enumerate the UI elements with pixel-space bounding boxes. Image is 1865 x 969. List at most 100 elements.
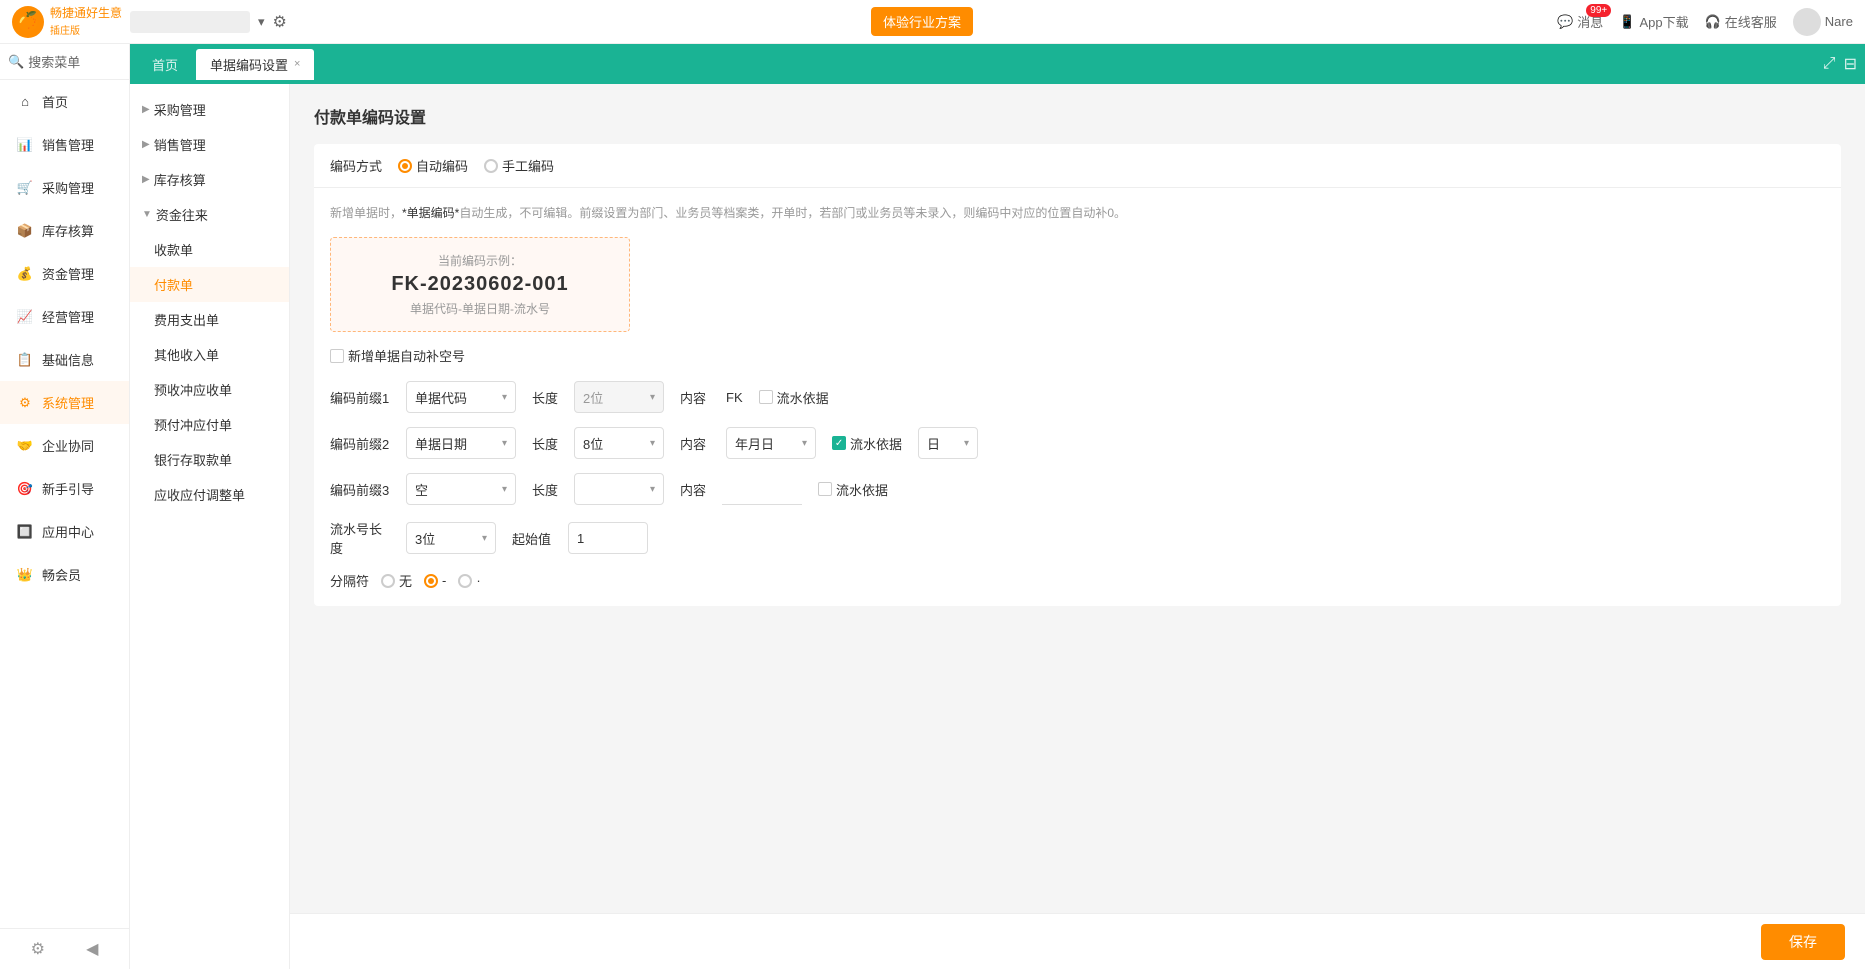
save-button[interactable]: 保存 — [1761, 924, 1845, 960]
prefix3-content-input[interactable] — [722, 473, 802, 505]
tab-expand-icon[interactable]: ⤢ — [1823, 55, 1836, 73]
prefix2-unit-arrow-icon: ▾ — [964, 438, 969, 449]
sidebar-item-apps[interactable]: 🔲 应用中心 — [0, 510, 129, 553]
sidebar-item-label: 首页 — [42, 92, 68, 111]
prefix2-content-select[interactable]: 年月日 ▾ — [726, 427, 816, 459]
radio-auto-circle — [398, 159, 412, 173]
partner-icon: 🤝 — [16, 437, 34, 455]
preview-code: FK-20230602-001 — [351, 273, 609, 296]
prefix2-content-label: 内容 — [680, 434, 706, 453]
purchase-icon: 🛒 — [16, 179, 34, 197]
serial-start-input[interactable] — [568, 522, 648, 554]
prefix3-length-select[interactable]: ▾ — [574, 473, 664, 505]
brand-name: 畅捷通好生意 — [50, 6, 122, 22]
prefix2-liushui-label: 流水依据 — [850, 434, 902, 453]
tab-home[interactable]: 首页 — [138, 49, 192, 80]
sidebar-search[interactable]: 🔍 搜索菜单 — [0, 44, 129, 80]
sidebar-item-operations[interactable]: 📈 经营管理 — [0, 295, 129, 338]
serial-length-select[interactable]: 3位 ▾ — [406, 522, 496, 554]
group-inventory-title[interactable]: ▶ 库存核算 — [130, 162, 289, 197]
app-icon: 📱 — [1619, 14, 1635, 30]
prefix2-unit-select[interactable]: 日 ▾ — [918, 427, 978, 459]
radio-auto[interactable]: 自动编码 — [398, 156, 468, 175]
sep-dash-label: - — [442, 573, 446, 588]
prefix1-liushui-label: 流水依据 — [777, 388, 829, 407]
sep-dash[interactable]: - — [424, 573, 446, 588]
sidebar-settings-btn[interactable]: ⚙ — [31, 939, 45, 959]
page-title: 付款单编码设置 — [314, 104, 1841, 128]
online-service-item[interactable]: 🎧 在线客服 — [1705, 12, 1777, 31]
online-service-label: 在线客服 — [1725, 12, 1777, 31]
sep-none[interactable]: 无 — [381, 571, 412, 590]
sidebar-item-basic[interactable]: 📋 基础信息 — [0, 338, 129, 381]
apps-icon: 🔲 — [16, 523, 34, 541]
brand-icon-symbol: 🍊 — [17, 11, 39, 32]
prefix1-liushui-checkbox[interactable] — [759, 390, 773, 404]
top-bar-right: 💬 消息 99+ 📱 App下载 🎧 在线客服 Nare — [1557, 8, 1853, 36]
prefix2-select[interactable]: 单据日期 ▾ — [406, 427, 516, 459]
message-item[interactable]: 💬 消息 99+ — [1557, 12, 1603, 31]
main-layout: 🔍 搜索菜单 ⌂ 首页 📊 销售管理 🛒 采购管理 📦 库存核算 💰 资 — [0, 44, 1865, 969]
sidebar-item-system[interactable]: ⚙ 系统管理 — [0, 381, 129, 424]
prefix1-liushui: 流水依据 — [759, 388, 829, 407]
group-sales-title[interactable]: ▶ 销售管理 — [130, 127, 289, 162]
chevron-down-icon: ▼ — [142, 209, 152, 220]
separator-options: 无 - · — [381, 571, 481, 590]
sep-dot[interactable]: · — [458, 573, 480, 588]
prefix1-length-label: 长度 — [532, 388, 558, 407]
sidebar-item-advance-payment[interactable]: 预付冲应付单 — [130, 407, 289, 442]
dropdown-arrow-icon[interactable]: ▾ — [258, 14, 265, 30]
prefix1-label: 编码前缀1 — [330, 388, 390, 407]
sidebar-item-advance-receipt[interactable]: 预收冲应收单 — [130, 372, 289, 407]
sidebar-item-inventory[interactable]: 📦 库存核算 — [0, 209, 129, 252]
sidebar-item-bank-deposit[interactable]: 银行存取款单 — [130, 442, 289, 477]
sidebar-item-home[interactable]: ⌂ 首页 — [0, 80, 129, 123]
tab-close-icon[interactable]: × — [294, 58, 300, 70]
system-icon: ⚙ — [16, 394, 34, 412]
sidebar-item-sales[interactable]: 📊 销售管理 — [0, 123, 129, 166]
sidebar-item-other-income[interactable]: 其他收入单 — [130, 337, 289, 372]
prefix3-liushui-checkbox[interactable] — [818, 482, 832, 496]
sidebar-item-label: 采购管理 — [42, 178, 94, 197]
prefix3-length-arrow-icon: ▾ — [650, 484, 655, 495]
group-funds: ▼ 资金往来 收款单 付款单 费用支出单 其他收入单 预收冲应收单 预付冲应付单… — [130, 197, 289, 512]
app-download-item[interactable]: 📱 App下载 — [1619, 12, 1688, 31]
sidebar-collapse-btn[interactable]: ◀ — [86, 939, 98, 959]
sidebar-item-vip[interactable]: 👑 畅会员 — [0, 553, 129, 596]
tab-collapse-icon[interactable]: ⊟ — [1844, 54, 1857, 74]
prefix2-length-label: 长度 — [532, 434, 558, 453]
right-area: 首页 单据编码设置 × ⤢ ⊟ ▶ 采购管理 — [130, 44, 1865, 969]
sidebar-item-payment[interactable]: 付款单 — [130, 267, 289, 302]
sidebar-item-expense[interactable]: 费用支出单 — [130, 302, 289, 337]
sidebar-item-finance[interactable]: 💰 资金管理 — [0, 252, 129, 295]
prefix1-length-value: 2位 — [583, 388, 603, 407]
prefix3-select[interactable]: 空 ▾ — [406, 473, 516, 505]
sidebar-item-label: 应用中心 — [42, 522, 94, 541]
group-funds-title[interactable]: ▼ 资金往来 — [130, 197, 289, 232]
sidebar-item-label: 系统管理 — [42, 393, 94, 412]
encoding-desc: 新增单据时，*单据编码*自动生成，不可编辑。前缀设置为部门、业务员等档案类，开单… — [330, 204, 1825, 223]
prefix3-content-label: 内容 — [680, 480, 706, 499]
top-bar-left: 🍊 畅捷通好生意 插庄版 ▾ ⚙ — [12, 6, 287, 38]
prefix1-select[interactable]: 单据代码 ▾ — [406, 381, 516, 413]
tab-encoding-settings[interactable]: 单据编码设置 × — [196, 49, 314, 80]
prefix2-length-select[interactable]: 8位 ▾ — [574, 427, 664, 459]
settings-icon[interactable]: ⚙ — [273, 12, 287, 32]
radio-manual[interactable]: 手工编码 — [484, 156, 554, 175]
sidebar-item-purchase[interactable]: 🛒 采购管理 — [0, 166, 129, 209]
auto-fill-checkbox[interactable]: 新增单据自动补空号 — [330, 346, 465, 365]
group-purchase-title[interactable]: ▶ 采购管理 — [130, 92, 289, 127]
radio-manual-circle — [484, 159, 498, 173]
sidebar-item-partner[interactable]: 🤝 企业协同 — [0, 424, 129, 467]
search-bar[interactable] — [130, 11, 250, 33]
user-item[interactable]: Nare — [1793, 8, 1853, 36]
prefix2-liushui-checkbox[interactable]: ✓ — [832, 436, 846, 450]
app-download-label: App下载 — [1639, 12, 1688, 31]
sidebar-item-guide[interactable]: 🎯 新手引导 — [0, 467, 129, 510]
separator-label: 分隔符 — [330, 571, 369, 590]
auto-fill-checkbox-box — [330, 349, 344, 363]
sidebar-item-receipt[interactable]: 收款单 — [130, 232, 289, 267]
sidebar-item-receivable-adj[interactable]: 应收应付调整单 — [130, 477, 289, 512]
trial-button[interactable]: 体验行业方案 — [871, 7, 973, 36]
serial-length-label: 流水号长度 — [330, 519, 390, 557]
